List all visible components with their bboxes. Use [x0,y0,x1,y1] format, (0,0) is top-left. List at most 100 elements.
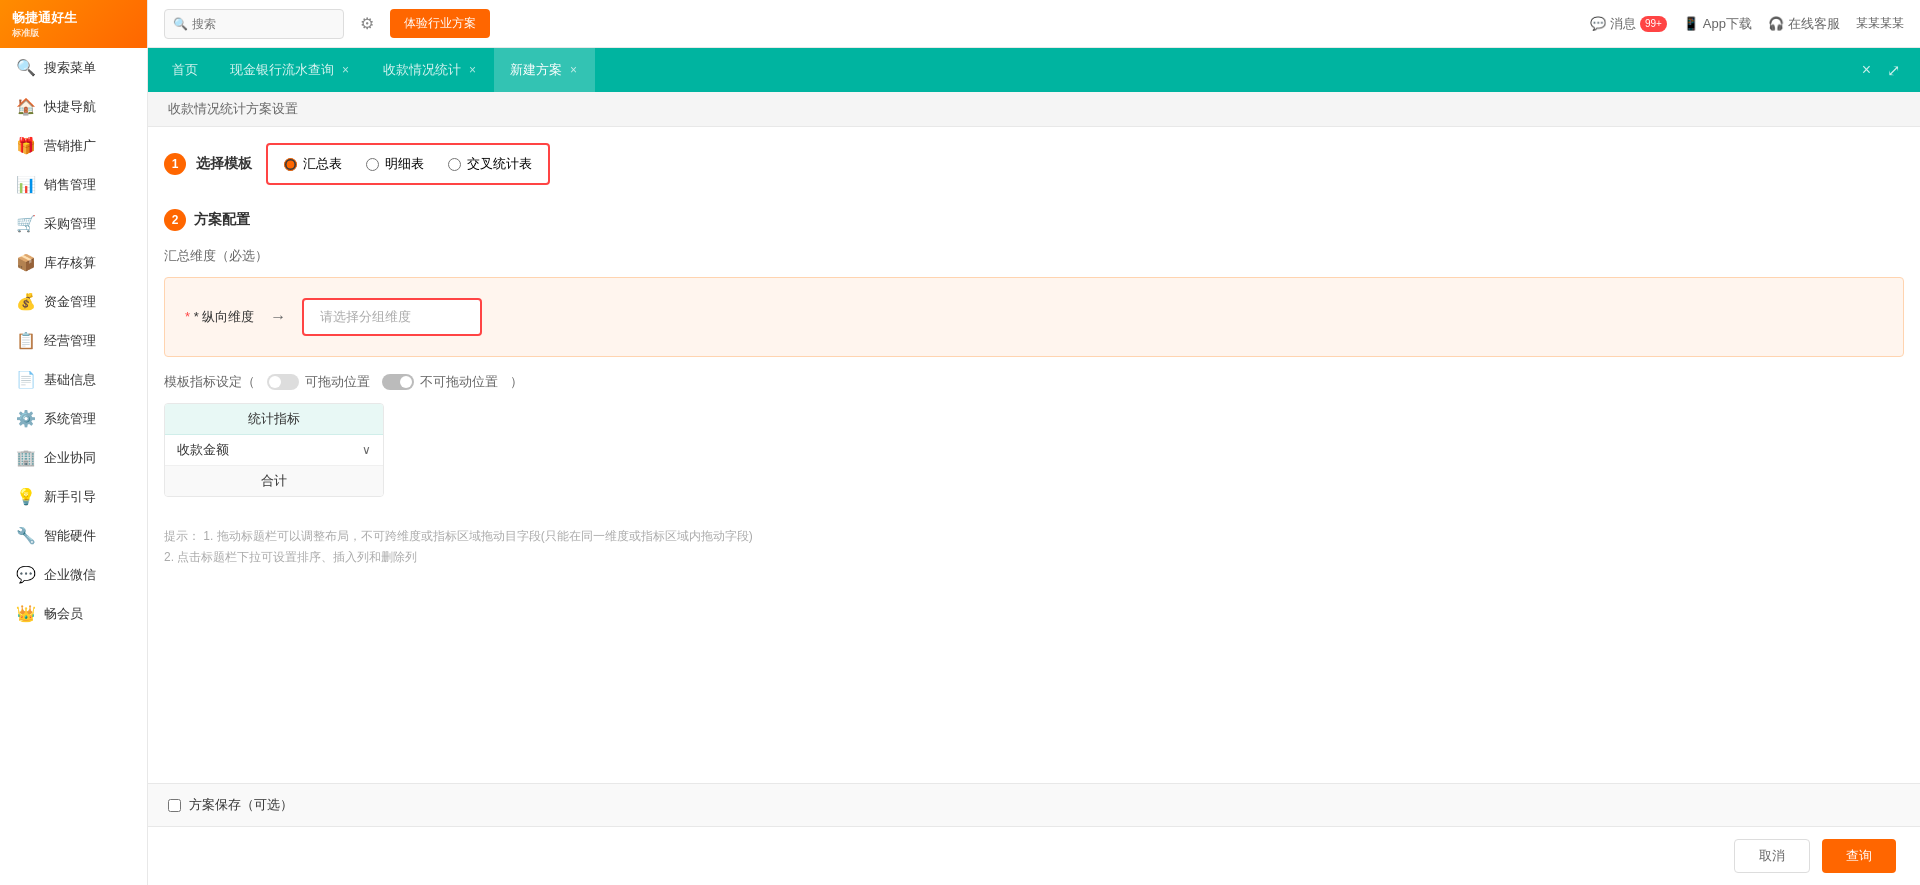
indicator-settings: 模板指标设定（ 可拖动位置 不可拖动位置 ） [164,373,1904,500]
tip1: 提示： 1. 拖动标题栏可以调整布局，不可跨维度或指标区域拖动目字段(只能在同一… [164,528,1904,545]
headset-icon: 🎧 [1768,16,1784,31]
sidebar-item-system[interactable]: ⚙️ 系统管理 [0,399,147,438]
required-star: * [185,309,190,324]
sidebar-item-operation[interactable]: 📋 经营管理 [0,321,147,360]
save-checkbox[interactable] [168,799,181,812]
fixed-toggle[interactable]: 不可拖动位置 [382,373,498,391]
download-btn[interactable]: 📱 App下载 [1683,15,1752,33]
radio-cross[interactable]: 交叉统计表 [448,155,532,173]
sidebar-item-label: 搜索菜单 [44,59,96,77]
save-label: 方案保存（可选） [189,796,293,814]
tab-stats[interactable]: 收款情况统计 × [367,48,494,92]
sidebar-item-quick-nav[interactable]: 🏠 快捷导航 [0,87,147,126]
search-icon: 🔍 [16,58,36,77]
sidebar-item-label: 库存核算 [44,254,96,272]
topbar-right: 💬 消息 99+ 📱 App下载 🎧 在线客服 某某某某 [1590,15,1904,33]
radio-cross-input[interactable] [448,158,461,171]
radio-cross-label: 交叉统计表 [467,155,532,173]
sidebar-logo: 畅捷通好生 标准版 [0,0,147,48]
sidebar-item-wechat[interactable]: 💬 企业微信 [0,555,147,594]
radio-detail[interactable]: 明细表 [366,155,424,173]
fixed-label: 不可拖动位置 [420,373,498,391]
indicator-suffix: ） [510,373,523,391]
logo-sub: 标准版 [12,27,77,40]
movable-toggle[interactable]: 可拖动位置 [267,373,370,391]
clipboard-icon: 📋 [16,331,36,350]
settings-icon[interactable]: ⚙ [360,14,374,33]
tab-new-plan-close[interactable]: × [568,62,579,78]
sidebar-item-label: 系统管理 [44,410,96,428]
box-icon: 📦 [16,253,36,272]
radio-summary[interactable]: 汇总表 [284,155,342,173]
sidebar-item-member[interactable]: 👑 畅会员 [0,594,147,633]
money-icon: 💰 [16,292,36,311]
indicator-dropdown-arrow[interactable]: ∨ [362,443,371,457]
indicator-row-amount[interactable]: 收款金额 ∨ [165,435,383,466]
tab-home-label: 首页 [172,61,198,79]
step2-section: 2 方案配置 汇总维度（必选） * * 纵向维度 → [164,209,1904,582]
sidebar-item-search[interactable]: 🔍 搜索菜单 [0,48,147,87]
message-btn[interactable]: 💬 消息 99+ [1590,15,1667,33]
footer: 取消 查询 [148,826,1920,885]
step2-title: 方案配置 [194,211,250,229]
step2-header: 2 方案配置 [164,209,1904,231]
dimension-dropdown[interactable]: 请选择分组维度 [302,298,482,336]
search-icon: 🔍 [173,17,188,31]
movable-toggle-icon [267,374,299,390]
radio-detail-label: 明细表 [385,155,424,173]
tab-home[interactable]: 首页 [156,48,214,92]
search-bar[interactable]: 🔍 [164,9,344,39]
indicator-amount-name: 收款金额 [177,441,229,459]
query-button[interactable]: 查询 [1822,839,1896,873]
user-name[interactable]: 某某某某 [1856,15,1904,32]
sidebar-item-enterprise[interactable]: 🏢 企业协同 [0,438,147,477]
dimension-area: * * 纵向维度 → 请选择分组维度 [164,277,1904,357]
row-dimension-label: * * 纵向维度 [185,308,254,326]
tab-expand-btn[interactable]: ⤢ [1883,57,1904,84]
gift-icon: 🎁 [16,136,36,155]
tab-new-plan-label: 新建方案 [510,61,562,79]
service-btn[interactable]: 🎧 在线客服 [1768,15,1840,33]
tab-bank-close[interactable]: × [340,62,351,78]
nav-tabs: 首页 现金银行流水查询 × 收款情况统计 × 新建方案 × × ⤢ [148,48,1920,92]
sidebar-item-capital[interactable]: 💰 资金管理 [0,282,147,321]
wrench-icon: 🔧 [16,526,36,545]
sidebar-item-inventory[interactable]: 📦 库存核算 [0,243,147,282]
indicator-total-label: 合计 [261,473,287,488]
step1-title: 选择模板 [196,155,252,173]
message-icon: 💬 [1590,16,1606,31]
bulb-icon: 💡 [16,487,36,506]
sidebar-item-label: 企业微信 [44,566,96,584]
radio-detail-input[interactable] [366,158,379,171]
step1-number: 1 [164,153,186,175]
sidebar-item-basic-info[interactable]: 📄 基础信息 [0,360,147,399]
sidebar-item-purchase[interactable]: 🛒 采购管理 [0,204,147,243]
tab-minimize-btn[interactable]: × [1858,57,1875,83]
tab-new-plan[interactable]: 新建方案 × [494,48,595,92]
step1-header: 1 选择模板 汇总表 明细表 交叉统计表 [164,143,1904,185]
radio-summary-input[interactable] [284,158,297,171]
sidebar-item-label: 资金管理 [44,293,96,311]
tip2: 2. 点击标题栏下拉可设置排序、插入列和删除列 [164,549,1904,566]
search-input[interactable] [192,17,322,31]
radio-summary-label: 汇总表 [303,155,342,173]
tab-bank[interactable]: 现金银行流水查询 × [214,48,367,92]
cart-icon: 🛒 [16,214,36,233]
sidebar-item-sales[interactable]: 📊 销售管理 [0,165,147,204]
tab-actions: × ⤢ [1858,48,1912,92]
doc-icon: 📄 [16,370,36,389]
sidebar-item-smart-hw[interactable]: 🔧 智能硬件 [0,516,147,555]
sidebar-item-label: 营销推广 [44,137,96,155]
indicator-table-header: 统计指标 [165,404,383,435]
content-body: 1 选择模板 汇总表 明细表 交叉统计表 [148,127,1920,783]
chart-icon: 📊 [16,175,36,194]
sidebar-item-marketing[interactable]: 🎁 营销推广 [0,126,147,165]
sidebar-item-label: 新手引导 [44,488,96,506]
home-icon: 🏠 [16,97,36,116]
industry-btn[interactable]: 体验行业方案 [390,9,490,38]
tab-stats-close[interactable]: × [467,62,478,78]
message-badge: 99+ [1640,16,1667,32]
indicator-total-row: 合计 [165,466,383,496]
sidebar-item-guide[interactable]: 💡 新手引导 [0,477,147,516]
cancel-button[interactable]: 取消 [1734,839,1810,873]
